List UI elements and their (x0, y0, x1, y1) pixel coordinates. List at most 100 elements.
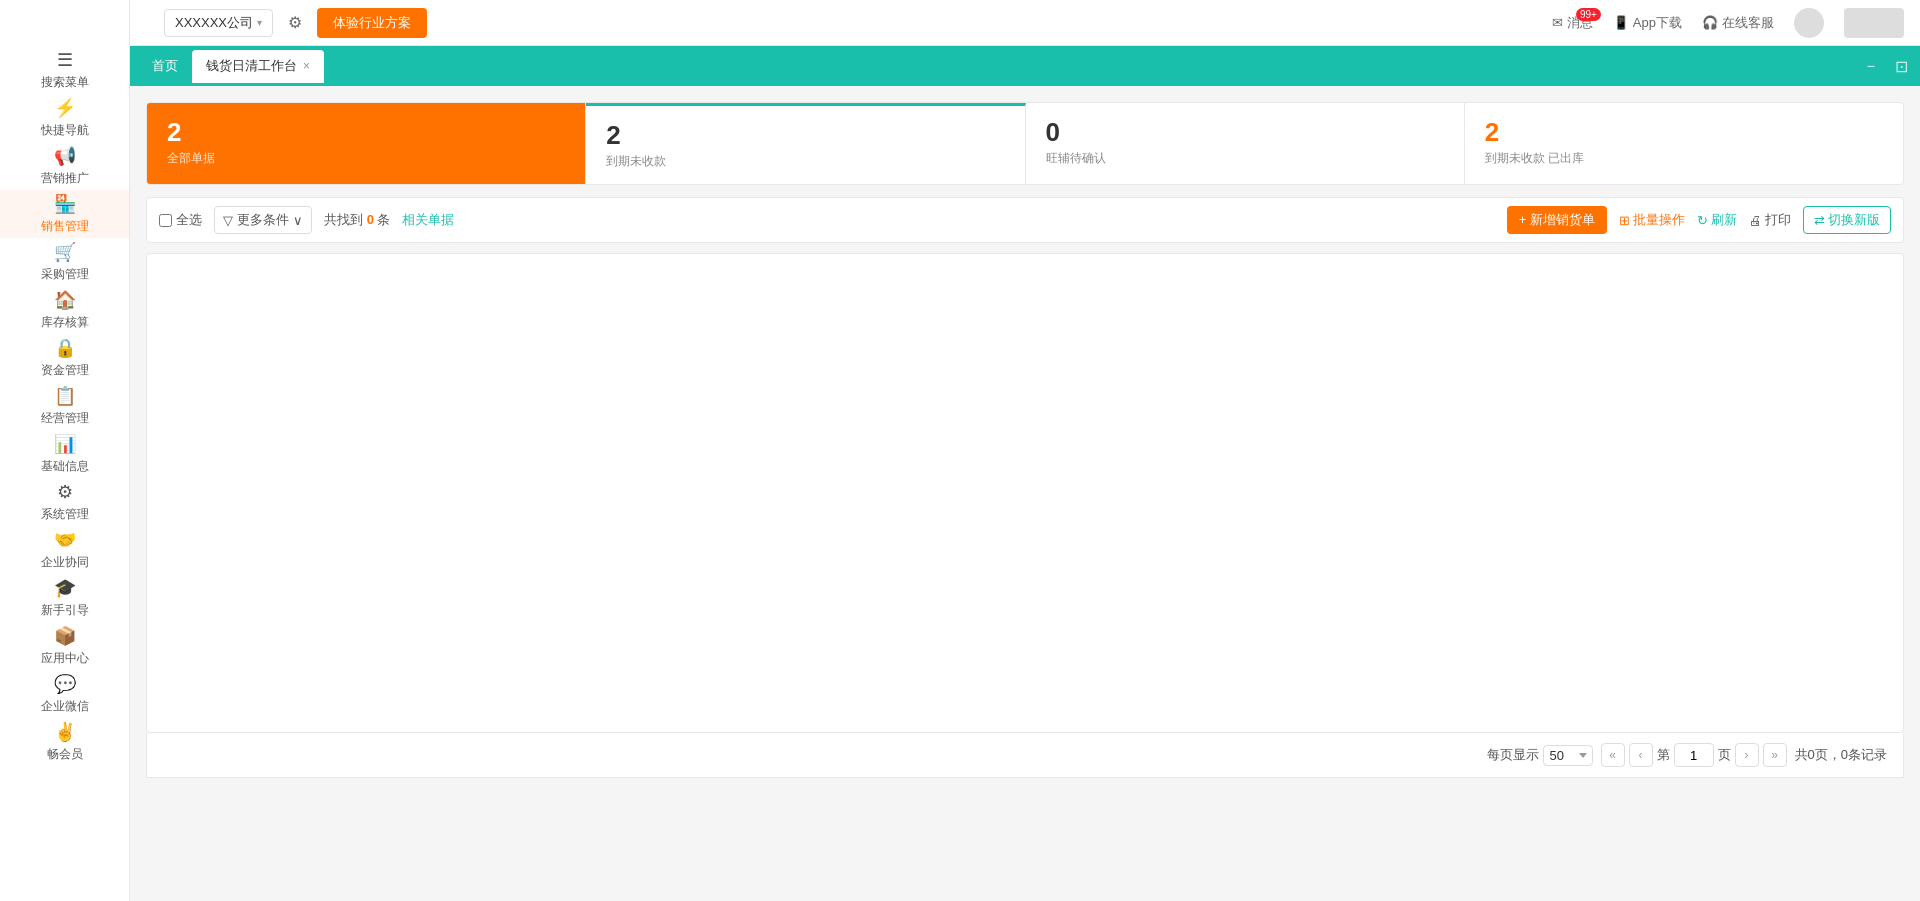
last-page-button[interactable]: » (1763, 743, 1787, 767)
system-icon: ⚙ (57, 481, 73, 503)
sidebar-item-marketing[interactable]: 📢 营销推广 (0, 142, 129, 190)
sidebar-item-search[interactable]: ☰ 搜索菜单 (0, 46, 129, 94)
select-all-input[interactable] (159, 214, 172, 227)
headset-icon: 🎧 (1702, 15, 1718, 30)
sidebar-label-shortcut: 快捷导航 (41, 122, 89, 139)
app-download-action[interactable]: 📱 App下载 (1613, 14, 1682, 32)
sidebar-item-appstore[interactable]: 📦 应用中心 (0, 622, 129, 670)
sidebar-label-guide: 新手引导 (41, 602, 89, 619)
current-page-input[interactable] (1674, 743, 1714, 767)
per-page-select[interactable]: 50 10 20 100 (1543, 745, 1593, 766)
sidebar-item-wechat[interactable]: 💬 企业微信 (0, 670, 129, 718)
toolbar: 全选 ▽ 更多条件 ∨ 共找到 0 条 相关单据 + 新增销货单 ⊞ 批量操作 … (146, 197, 1904, 243)
batch-operation-button[interactable]: ⊞ 批量操作 (1619, 211, 1685, 229)
company-name: XXXXXX公司 (175, 14, 253, 32)
page-suffix: 页 (1718, 746, 1731, 764)
page-size-selector: 每页显示 50 10 20 100 (1487, 745, 1593, 766)
found-count: 0 (367, 212, 374, 227)
select-all-label: 全选 (176, 211, 202, 229)
online-service-label: 在线客服 (1722, 14, 1774, 32)
sidebar-item-shortcut[interactable]: ⚡ 快捷导航 (0, 94, 129, 142)
sales-icon: 🏪 (54, 193, 76, 215)
switch-label: 切换新版 (1828, 211, 1880, 229)
tab-bar-actions: － ⊡ (1859, 52, 1912, 81)
sidebar-label-basic: 基础信息 (41, 458, 89, 475)
top-header: 6 畅捷通好生意 标准版 XXXXXX公司 ▾ ⚙ 体验行业方案 ✉ 消息 99… (0, 0, 1920, 46)
app-download-label: App下载 (1633, 14, 1682, 32)
trial-button[interactable]: 体验行业方案 (317, 8, 427, 38)
sidebar-item-member[interactable]: ✌ 畅会员 (0, 718, 129, 766)
filter-arrow-icon: ∨ (293, 213, 303, 228)
stat-card-overdue[interactable]: 2 到期未收款 (586, 103, 1025, 184)
select-all-checkbox[interactable]: 全选 (159, 211, 202, 229)
member-icon: ✌ (54, 721, 76, 743)
switch-version-button[interactable]: ⇄ 切换新版 (1803, 206, 1891, 234)
sidebar-item-system[interactable]: ⚙ 系统管理 (0, 478, 129, 526)
tab-home[interactable]: 首页 (138, 50, 192, 82)
total-records-text: 共0页，0条记录 (1795, 746, 1887, 764)
company-selector[interactable]: XXXXXX公司 ▾ (164, 9, 273, 37)
settings-icon[interactable]: ⚙ (281, 9, 309, 37)
batch-icon: ⊞ (1619, 213, 1630, 228)
guide-icon: 🎓 (54, 577, 76, 599)
page-navigation: « ‹ 第 页 › » (1601, 743, 1787, 767)
sidebar-item-inventory[interactable]: 🏠 库存核算 (0, 286, 129, 334)
found-prefix: 共找到 (324, 212, 363, 227)
found-text: 共找到 0 条 (324, 211, 390, 229)
content-area (146, 253, 1904, 733)
switch-icon: ⇄ (1814, 213, 1825, 228)
sidebar-item-purchase[interactable]: 🛒 采购管理 (0, 238, 129, 286)
stat-number-all: 2 (167, 117, 565, 148)
next-page-button[interactable]: › (1735, 743, 1759, 767)
tab-workbench[interactable]: 钱货日清工作台 × (192, 50, 324, 82)
sidebar-item-operation[interactable]: 📋 经营管理 (0, 382, 129, 430)
stat-label-all: 全部单据 (167, 150, 565, 167)
filter-button[interactable]: ▽ 更多条件 ∨ (214, 206, 312, 234)
print-button[interactable]: 🖨 打印 (1749, 211, 1791, 229)
sidebar-item-guide[interactable]: 🎓 新手引导 (0, 574, 129, 622)
filter-label: 更多条件 (237, 211, 289, 229)
stats-cards: 2 全部单据 2 到期未收款 0 旺辅待确认 2 到期未收款 已出库 (146, 102, 1904, 185)
header-right: ✉ 消息 99+ 📱 App下载 🎧 在线客服 (1552, 8, 1904, 38)
sidebar-label-marketing: 营销推广 (41, 170, 89, 187)
tab-minimize-icon[interactable]: － (1859, 52, 1883, 81)
sidebar-label-member: 畅会员 (47, 746, 83, 763)
message-badge: 99+ (1576, 8, 1601, 21)
add-order-button[interactable]: + 新增销货单 (1507, 206, 1607, 234)
phone-icon: 📱 (1613, 15, 1629, 30)
found-unit: 条 (377, 212, 390, 227)
prev-page-button[interactable]: ‹ (1629, 743, 1653, 767)
sidebar-label-appstore: 应用中心 (41, 650, 89, 667)
enterprise-icon: 🤝 (54, 529, 76, 551)
wechat-icon: 💬 (54, 673, 76, 695)
sidebar-item-sales[interactable]: 🏪 销售管理 (0, 190, 129, 238)
sidebar-item-enterprise[interactable]: 🤝 企业协同 (0, 526, 129, 574)
sidebar-label-enterprise: 企业协同 (41, 554, 89, 571)
refresh-button[interactable]: ↻ 刷新 (1697, 211, 1737, 229)
message-icon: ✉ (1552, 15, 1563, 30)
tab-maximize-icon[interactable]: ⊡ (1891, 53, 1912, 80)
stat-label-shipped: 到期未收款 已出库 (1485, 150, 1883, 167)
message-action[interactable]: ✉ 消息 99+ (1552, 14, 1593, 32)
search-menu-icon: ☰ (57, 49, 73, 71)
sidebar-item-basic[interactable]: 📊 基础信息 (0, 430, 129, 478)
shortcut-icon: ⚡ (54, 97, 76, 119)
toolbar-right: + 新增销货单 ⊞ 批量操作 ↻ 刷新 🖨 打印 ⇄ 切换新版 (1507, 206, 1891, 234)
sidebar-label-wechat: 企业微信 (41, 698, 89, 715)
stat-card-pending[interactable]: 0 旺辅待确认 (1026, 103, 1465, 184)
online-service-action[interactable]: 🎧 在线客服 (1702, 14, 1774, 32)
sidebar-label-search: 搜索菜单 (41, 74, 89, 91)
stat-label-overdue: 到期未收款 (606, 153, 1004, 170)
stat-card-shipped[interactable]: 2 到期未收款 已出库 (1465, 103, 1903, 184)
avatar[interactable] (1794, 8, 1824, 38)
sidebar-label-system: 系统管理 (41, 506, 89, 523)
tab-close-icon[interactable]: × (303, 59, 310, 73)
stat-card-all[interactable]: 2 全部单据 (147, 103, 586, 184)
stat-number-overdue: 2 (606, 120, 1004, 151)
marketing-icon: 📢 (54, 145, 76, 167)
stat-number-shipped: 2 (1485, 117, 1883, 148)
first-page-button[interactable]: « (1601, 743, 1625, 767)
sidebar-item-finance[interactable]: 🔒 资金管理 (0, 334, 129, 382)
related-records-link[interactable]: 相关单据 (402, 211, 454, 229)
main-content: 2 全部单据 2 到期未收款 0 旺辅待确认 2 到期未收款 已出库 全选 ▽ (130, 86, 1920, 901)
